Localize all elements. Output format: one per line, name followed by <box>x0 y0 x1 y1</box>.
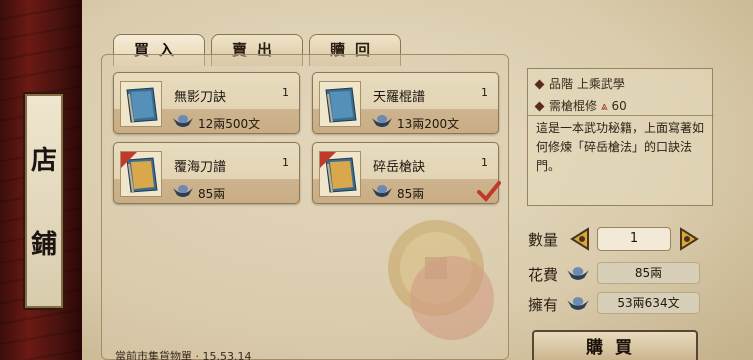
grade-label: 品階 <box>549 77 574 91</box>
quantity-label: 數量 <box>528 231 559 249</box>
grade-value: 上乘武學 <box>576 77 625 91</box>
item-quantity: 1 <box>282 156 289 169</box>
book-icon <box>319 151 361 197</box>
decrease-arrow-icon[interactable] <box>568 226 594 252</box>
item-card[interactable]: 無影刀訣 1 12兩500文 <box>113 72 300 134</box>
book-icon <box>120 151 162 197</box>
item-card[interactable]: 覆海刀譜 1 85兩 <box>113 142 300 204</box>
cost-label: 花費 <box>528 266 559 284</box>
item-name: 無影刀訣 <box>174 90 227 105</box>
coin-watermark-icon <box>388 220 494 340</box>
divider <box>528 115 714 116</box>
item-name: 天羅棍譜 <box>373 90 426 105</box>
book-icon <box>319 81 361 127</box>
requirement-value: 60 <box>611 99 627 113</box>
item-detail-panel: 品階 上乘武學 需槍棍修 ⩓ 60 這是一本武功秘籍，上面寫著如何修煉「碎岳槍法… <box>527 68 714 206</box>
silver-ingot-icon <box>567 297 589 310</box>
item-price: 85兩 <box>198 187 226 201</box>
quantity-value[interactable]: 1 <box>597 227 671 251</box>
silver-ingot-icon <box>173 115 193 127</box>
silver-ingot-icon <box>372 185 392 197</box>
diamond-bullet-icon <box>534 101 545 112</box>
grade-line: 品階 上乘武學 <box>534 75 625 92</box>
cost-value: 85兩 <box>597 262 700 284</box>
side-board <box>23 92 65 310</box>
buy-button[interactable]: 購買 <box>532 330 698 360</box>
item-name: 覆海刀譜 <box>174 160 227 175</box>
mountain-icon: ⩓ <box>600 99 608 113</box>
item-price: 85兩 <box>397 187 425 201</box>
item-name: 碎岳槍訣 <box>373 160 426 175</box>
item-card-selected[interactable]: 碎岳槍訣 1 85兩 <box>312 142 499 204</box>
item-quantity: 1 <box>282 86 289 99</box>
silver-ingot-icon <box>372 115 392 127</box>
requirement-label: 需槍棍修 <box>549 99 598 113</box>
market-status-text: 當前市集貨物單 · 15.53.14 <box>115 350 252 360</box>
item-price: 13兩200文 <box>397 117 460 131</box>
silver-ingot-icon <box>567 267 589 280</box>
item-description: 這是一本武功秘籍，上面寫著如何修煉「碎岳槍法」的口訣法門。 <box>536 121 705 173</box>
owned-value: 53兩634文 <box>597 292 700 314</box>
shop-title-bottom: 鋪 <box>30 230 57 260</box>
owned-label: 擁有 <box>528 296 559 314</box>
book-icon <box>120 81 162 127</box>
increase-arrow-icon[interactable] <box>675 226 701 252</box>
item-quantity: 1 <box>481 156 488 169</box>
silver-ingot-icon <box>173 185 193 197</box>
requirement-line: 需槍棍修 ⩓ 60 <box>534 97 627 114</box>
shop-title-top: 店 <box>30 146 57 176</box>
item-quantity: 1 <box>481 86 488 99</box>
item-price: 12兩500文 <box>198 117 261 131</box>
checkmark-icon <box>477 181 501 202</box>
diamond-bullet-icon <box>534 79 545 90</box>
item-card[interactable]: 天羅棍譜 1 13兩200文 <box>312 72 499 134</box>
